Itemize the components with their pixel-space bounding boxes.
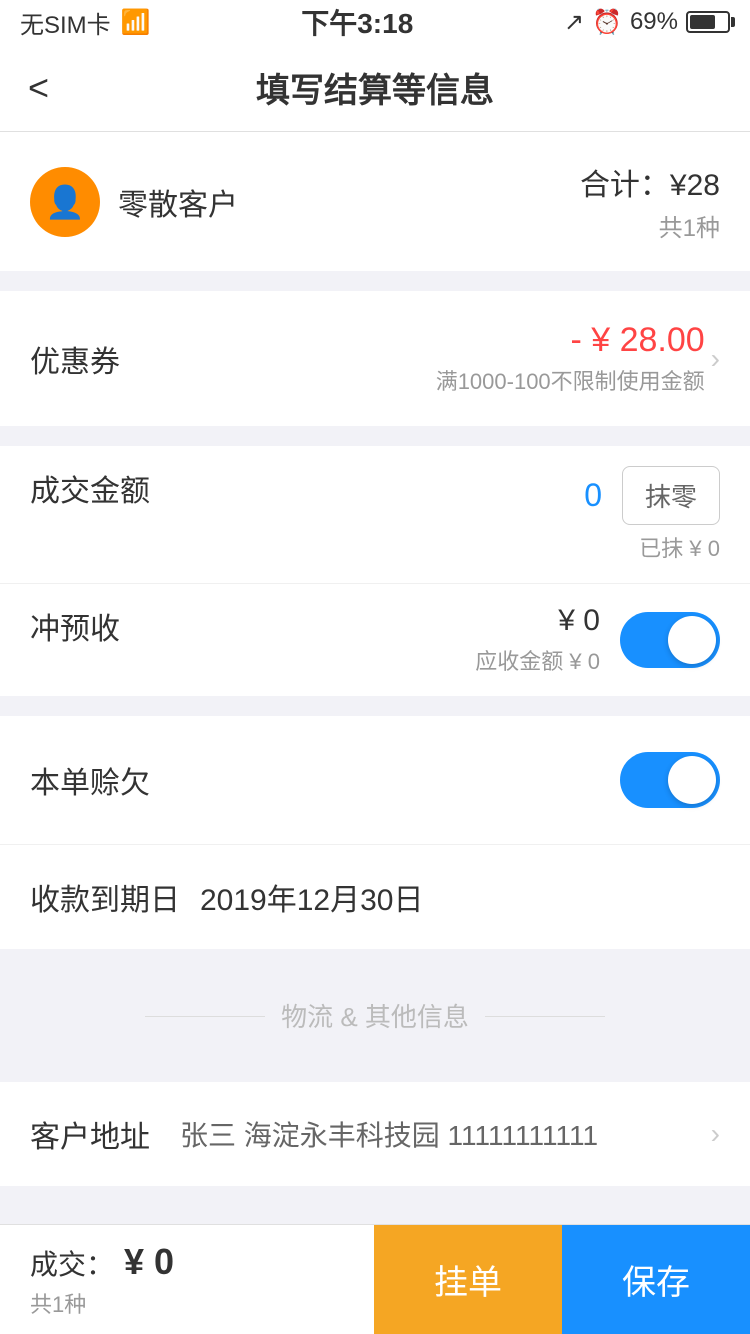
bottom-left: 成交： ¥ 0 共1种 [0, 1241, 374, 1319]
transaction-section: 成交金额 0 抹零 已抹 ¥ 0 冲预收 ¥ 0 应收金额 ¥ 0 [0, 446, 750, 696]
prepay-toggle-knob [668, 616, 716, 664]
address-chevron-icon: › [711, 1118, 720, 1150]
prepay-toggle[interactable] [620, 612, 720, 668]
coupon-label: 优惠券 [30, 337, 120, 381]
coupon-row[interactable]: 优惠券 - ¥ 28.00 满1000-100不限制使用金额 › [0, 291, 750, 426]
coupon-chevron-icon: › [711, 343, 720, 375]
status-bar: 无SIM卡 📶 下午3:18 ↗ ⏰ 69% [0, 0, 750, 44]
coupon-discount: - ¥ 28.00 [436, 321, 705, 360]
prepay-label: 冲预收 [30, 604, 120, 648]
total-count: 共1种 [580, 208, 720, 243]
save-button[interactable]: 保存 [562, 1225, 750, 1334]
transaction-sub-text: 已抹 ¥ 0 [639, 531, 720, 563]
carrier-text: 无SIM卡 [20, 5, 111, 40]
page-title: 填写结算等信息 [256, 63, 494, 112]
address-section: 客户地址 张三 海淀永丰科技园 11111111111 › [0, 1082, 750, 1186]
duedate-value: 2019年12月30日 [200, 875, 423, 919]
duedate-row[interactable]: 收款到期日 2019年12月30日 [0, 844, 750, 949]
address-label: 客户地址 [30, 1112, 150, 1156]
coupon-right: - ¥ 28.00 满1000-100不限制使用金额 › [436, 321, 720, 396]
wifi-icon: 📶 [121, 8, 151, 37]
round-button[interactable]: 抹零 [622, 466, 720, 525]
bottom-deal-label: 成交： [30, 1243, 114, 1283]
duedate-label: 收款到期日 [30, 875, 180, 919]
coupon-desc: 满1000-100不限制使用金额 [436, 364, 705, 396]
address-row[interactable]: 客户地址 张三 海淀永丰科技园 11111111111 › [0, 1082, 750, 1186]
transaction-amount-row: 成交金额 0 抹零 已抹 ¥ 0 [0, 446, 750, 584]
debt-toggle-knob [668, 756, 716, 804]
nav-bar: < 填写结算等信息 [0, 44, 750, 132]
customer-name: 零散客户 [118, 180, 238, 224]
customer-left: 👤 零散客户 [30, 167, 238, 237]
logistics-header-text: 物流 & 其他信息 [281, 997, 469, 1034]
hold-button[interactable]: 挂单 [374, 1225, 562, 1334]
coupon-section: 优惠券 - ¥ 28.00 满1000-100不限制使用金额 › [0, 291, 750, 426]
debt-section: 本单赊欠 收款到期日 2019年12月30日 [0, 716, 750, 949]
avatar: 👤 [30, 167, 100, 237]
customer-row: 👤 零散客户 合计：¥28 共1种 [0, 132, 750, 271]
transaction-label: 成交金额 [30, 466, 150, 510]
avatar-icon: 👤 [45, 183, 85, 221]
content: 👤 零散客户 合计：¥28 共1种 优惠券 - ¥ 28.00 满1000-10… [0, 132, 750, 1306]
customer-right: 合计：¥28 共1种 [580, 160, 720, 243]
alarm-icon: ⏰ [592, 8, 622, 37]
debt-label: 本单赊欠 [30, 758, 150, 802]
bottom-deal-amount: ¥ 0 [124, 1241, 174, 1283]
prepay-row: 冲预收 ¥ 0 应收金额 ¥ 0 [0, 584, 750, 696]
battery-percent: 69% [630, 8, 678, 36]
status-right: ↗ ⏰ 69% [564, 8, 730, 37]
prepay-amount: ¥ 0 [475, 604, 600, 638]
address-value: 张三 海淀永丰科技园 11111111111 [180, 1114, 701, 1154]
transaction-amount-value[interactable]: 0 [522, 477, 602, 514]
bottom-count: 共1种 [30, 1287, 344, 1319]
battery-icon [686, 11, 730, 33]
prepay-sub-text: 应收金额 ¥ 0 [475, 644, 600, 676]
bottom-bar: 成交： ¥ 0 共1种 挂单 保存 [0, 1224, 750, 1334]
back-button[interactable]: < [28, 67, 49, 109]
debt-toggle[interactable] [620, 752, 720, 808]
status-time: 下午3:18 [301, 2, 413, 42]
debt-row: 本单赊欠 [0, 716, 750, 844]
location-icon: ↗ [564, 8, 584, 37]
status-left: 无SIM卡 📶 [20, 5, 151, 40]
total-amount: 合计：¥28 [580, 160, 720, 204]
logistics-header: 物流 & 其他信息 [0, 969, 750, 1062]
